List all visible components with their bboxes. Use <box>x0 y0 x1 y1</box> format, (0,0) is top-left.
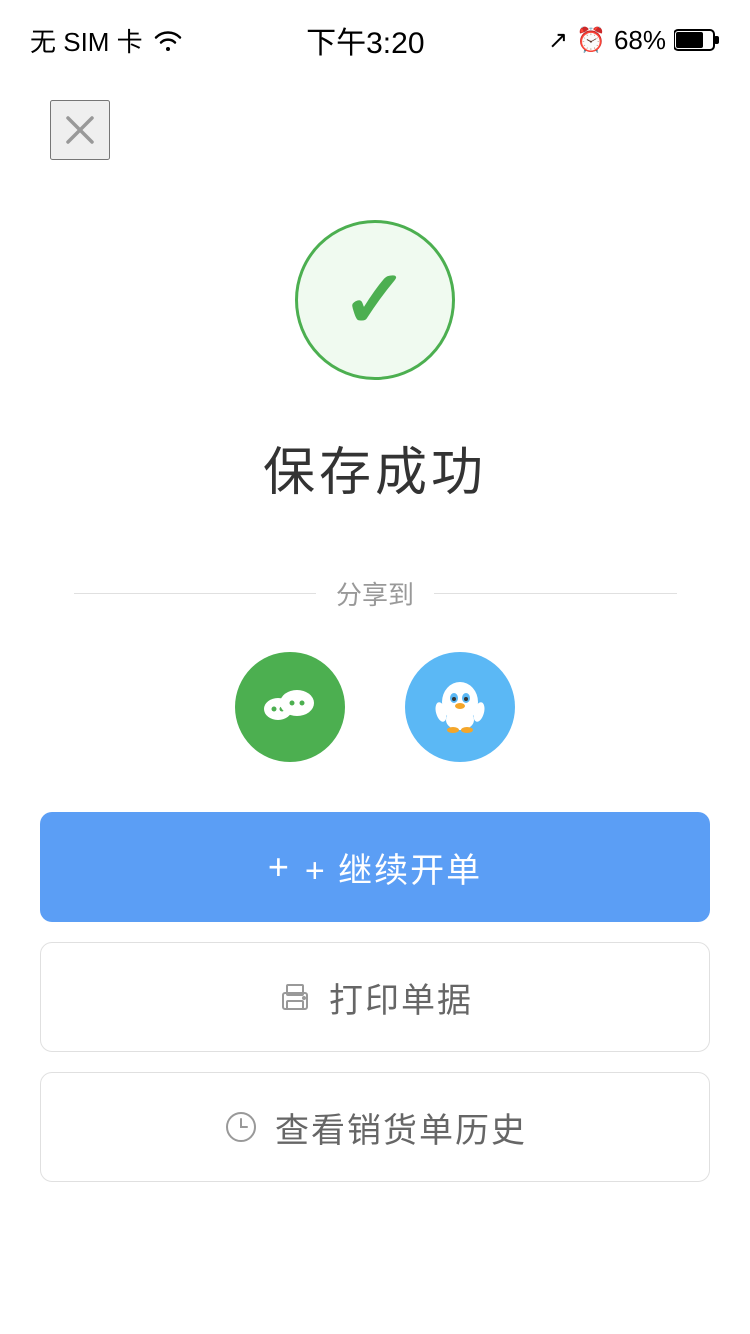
center-section: ✓ 保存成功 分享到 <box>40 160 710 812</box>
continue-label: + 继续开单 <box>305 843 482 892</box>
divider-left <box>74 593 317 594</box>
main-content: ✓ 保存成功 分享到 <box>0 80 750 812</box>
history-button[interactable]: 查看销货单历史 <box>40 1072 710 1182</box>
buttons-section: + + 继续开单 打印单据 查看销货单历史 <box>0 812 750 1182</box>
location-icon: ↗ <box>548 26 568 55</box>
continue-icon: + <box>268 846 289 888</box>
battery-icon <box>674 28 720 52</box>
success-circle: ✓ <box>295 220 455 380</box>
wifi-icon <box>153 29 183 51</box>
share-section: 分享到 <box>40 575 710 762</box>
print-icon <box>277 979 313 1015</box>
status-bar: 无 SIM 卡 下午3:20 ↗ ⏰ 68% <box>0 0 750 80</box>
checkmark-icon: ✓ <box>341 260 408 340</box>
history-icon <box>223 1109 259 1145</box>
history-label: 查看销货单历史 <box>275 1103 527 1152</box>
continue-button[interactable]: + + 继续开单 <box>40 812 710 922</box>
share-label: 分享到 <box>336 575 414 612</box>
wechat-icon <box>257 679 323 735</box>
qq-icon <box>427 674 493 740</box>
sim-label: 无 SIM 卡 <box>30 22 143 59</box>
alarm-icon: ⏰ <box>576 26 606 55</box>
status-left: 无 SIM 卡 <box>30 22 183 59</box>
qq-share-button[interactable] <box>405 652 515 762</box>
divider-row: 分享到 <box>74 575 677 612</box>
battery-label: 68% <box>614 25 666 56</box>
print-label: 打印单据 <box>329 973 473 1022</box>
close-button[interactable] <box>50 100 110 160</box>
share-icons-row <box>235 652 515 762</box>
status-right: ↗ ⏰ 68% <box>548 25 720 56</box>
status-time: 下午3:20 <box>306 18 424 62</box>
divider-right <box>434 593 677 594</box>
print-button[interactable]: 打印单据 <box>40 942 710 1052</box>
wechat-share-button[interactable] <box>235 652 345 762</box>
success-title: 保存成功 <box>263 430 487 505</box>
